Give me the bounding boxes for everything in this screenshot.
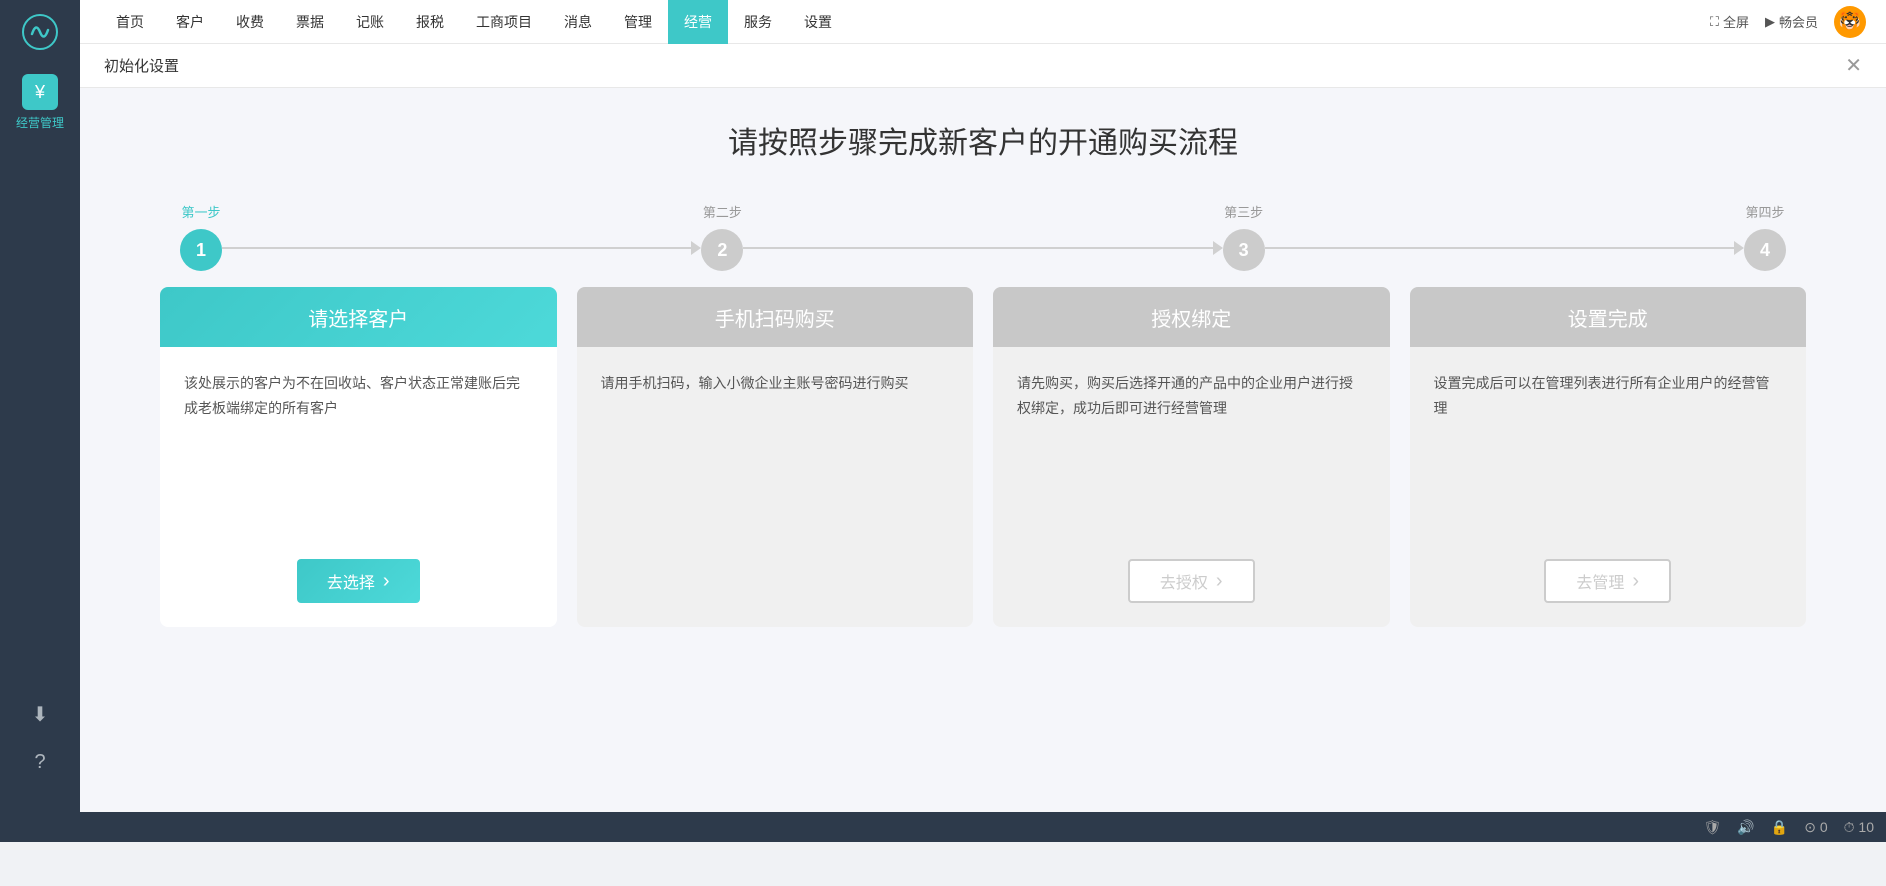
- go-manage-label: 去管理: [1576, 569, 1624, 593]
- nav-message[interactable]: 消息: [548, 0, 608, 44]
- connector-2-3: [743, 241, 1222, 255]
- member-btn[interactable]: ▶ 畅会员: [1765, 12, 1818, 31]
- step-2-label: 第二步: [703, 202, 742, 221]
- go-select-arrow: ›: [383, 570, 390, 593]
- sidebar-bottom: ⬇ ?: [20, 694, 60, 842]
- nav-bookkeeping[interactable]: 记账: [340, 0, 400, 44]
- card-1-footer: 去选择 ›: [160, 559, 557, 627]
- download-icon[interactable]: ⬇: [20, 694, 60, 734]
- go-select-label: 去选择: [327, 569, 375, 593]
- step-4-label: 第四步: [1745, 202, 1784, 221]
- go-manage-button[interactable]: 去管理 ›: [1544, 559, 1671, 603]
- fullscreen-icon: ⛶: [1710, 14, 1719, 30]
- nav-home[interactable]: 首页: [100, 0, 160, 44]
- step-1-label: 第一步: [181, 202, 220, 221]
- card-4-body: 设置完成后可以在管理列表进行所有企业用户的经营管理: [1410, 347, 1807, 559]
- page-title: 初始化设置: [104, 55, 179, 76]
- nav-manage[interactable]: 管理: [608, 0, 668, 44]
- status-bar: ▶ 完成 🛡 🔊 🔒 ⊙ 0 ⏱ 10: [0, 812, 1886, 842]
- card-2-footer: [577, 603, 974, 627]
- card-auth-bind: 授权绑定 请先购买，购买后选择开通的产品中的企业用户进行授权绑定，成功后即可进行…: [993, 287, 1390, 627]
- step-2: 第二步 2: [701, 202, 743, 271]
- card-2-body: 请用手机扫码，输入小微企业主账号密码进行购买: [577, 347, 974, 603]
- avatar[interactable]: 🐯: [1834, 6, 1866, 38]
- nav-tax[interactable]: 报税: [400, 0, 460, 44]
- sidebar-item-label: 经营管理: [16, 114, 64, 131]
- card-4-header: 设置完成: [1410, 287, 1807, 347]
- card-select-customer: 请选择客户 该处展示的客户为不在回收站、客户状态正常建账后完成老板端绑定的所有客…: [160, 287, 557, 627]
- card-4-footer: 去管理 ›: [1410, 559, 1807, 627]
- line-1: [222, 247, 691, 249]
- top-nav: 首页 客户 收费 票据 记账 报税 工商项目 消息 管理 经营 服务 设置 ⛶ …: [80, 0, 1886, 44]
- counter-status: ⊙ 0: [1804, 819, 1827, 836]
- nav-service[interactable]: 服务: [728, 0, 788, 44]
- arrow-2: [1213, 241, 1223, 255]
- main-heading: 请按照步骤完成新客户的开通购买流程: [140, 118, 1826, 162]
- volume-status-icon[interactable]: 🔊: [1737, 819, 1754, 836]
- nav-bill[interactable]: 票据: [280, 0, 340, 44]
- step-4-bubble: 4: [1744, 229, 1786, 271]
- connector-3-4: [1265, 241, 1744, 255]
- nav-customer[interactable]: 客户: [160, 0, 220, 44]
- shield-status-icon[interactable]: 🛡: [1704, 819, 1722, 836]
- go-manage-arrow: ›: [1632, 570, 1639, 593]
- card-3-header: 授权绑定: [993, 287, 1390, 347]
- sidebar: ¥ 经营管理 ⬇ ?: [0, 0, 80, 842]
- step-1: 第一步 1: [180, 202, 222, 271]
- connector-1-2: [222, 241, 701, 255]
- go-auth-button[interactable]: 去授权 ›: [1128, 559, 1255, 603]
- sidebar-item-management[interactable]: ¥ 经营管理: [0, 64, 80, 141]
- app-logo: [15, 10, 65, 54]
- arrow-3: [1734, 241, 1744, 255]
- timer-status: ⏱ 10: [1844, 819, 1874, 836]
- main-content: 初始化设置 ✕ 请按照步骤完成新客户的开通购买流程 第一步 1 第二步 2: [80, 44, 1886, 812]
- step-3: 第三步 3: [1223, 202, 1265, 271]
- play-icon: ▶: [1765, 14, 1775, 30]
- close-button[interactable]: ✕: [1845, 56, 1862, 76]
- card-2-header: 手机扫码购买: [577, 287, 974, 347]
- step-3-label: 第三步: [1224, 202, 1263, 221]
- step-3-bubble: 3: [1223, 229, 1265, 271]
- steps-visual: 第一步 1 第二步 2 第三步 3: [140, 202, 1826, 271]
- go-auth-label: 去授权: [1160, 569, 1208, 593]
- nav-right: ⛶ 全屏 ▶ 畅会员 🐯: [1710, 6, 1866, 38]
- step-4: 第四步 4: [1744, 202, 1786, 271]
- help-icon[interactable]: ?: [20, 742, 60, 782]
- yuan-icon: ¥: [22, 74, 58, 110]
- card-scan-buy: 手机扫码购买 请用手机扫码，输入小微企业主账号密码进行购买: [577, 287, 974, 627]
- nav-business[interactable]: 工商项目: [460, 0, 548, 44]
- go-select-button[interactable]: 去选择 ›: [297, 559, 420, 603]
- card-3-body: 请先购买，购买后选择开通的产品中的企业用户进行授权绑定，成功后即可进行经营管理: [993, 347, 1390, 559]
- step-2-bubble: 2: [701, 229, 743, 271]
- cards-container: 请选择客户 该处展示的客户为不在回收站、客户状态正常建账后完成老板端绑定的所有客…: [140, 287, 1826, 627]
- card-1-body: 该处展示的客户为不在回收站、客户状态正常建账后完成老板端绑定的所有客户: [160, 347, 557, 559]
- nav-fee[interactable]: 收费: [220, 0, 280, 44]
- line-2: [743, 247, 1212, 249]
- status-bar-right: 🛡 🔊 🔒 ⊙ 0 ⏱ 10: [1704, 819, 1874, 836]
- nav-operation[interactable]: 经营: [668, 0, 728, 44]
- arrow-1: [691, 241, 701, 255]
- content-area: 请按照步骤完成新客户的开通购买流程 第一步 1 第二步 2: [80, 88, 1886, 657]
- card-setup-done: 设置完成 设置完成后可以在管理列表进行所有企业用户的经营管理 去管理 ›: [1410, 287, 1807, 627]
- go-auth-arrow: ›: [1216, 570, 1223, 593]
- page-header: 初始化设置 ✕: [80, 44, 1886, 88]
- card-1-header: 请选择客户: [160, 287, 557, 347]
- fullscreen-btn[interactable]: ⛶ 全屏: [1710, 12, 1749, 31]
- step-1-bubble: 1: [180, 229, 222, 271]
- line-3: [1265, 247, 1734, 249]
- nav-settings[interactable]: 设置: [788, 0, 848, 44]
- lock-status-icon[interactable]: 🔒: [1771, 819, 1788, 836]
- card-3-footer: 去授权 ›: [993, 559, 1390, 627]
